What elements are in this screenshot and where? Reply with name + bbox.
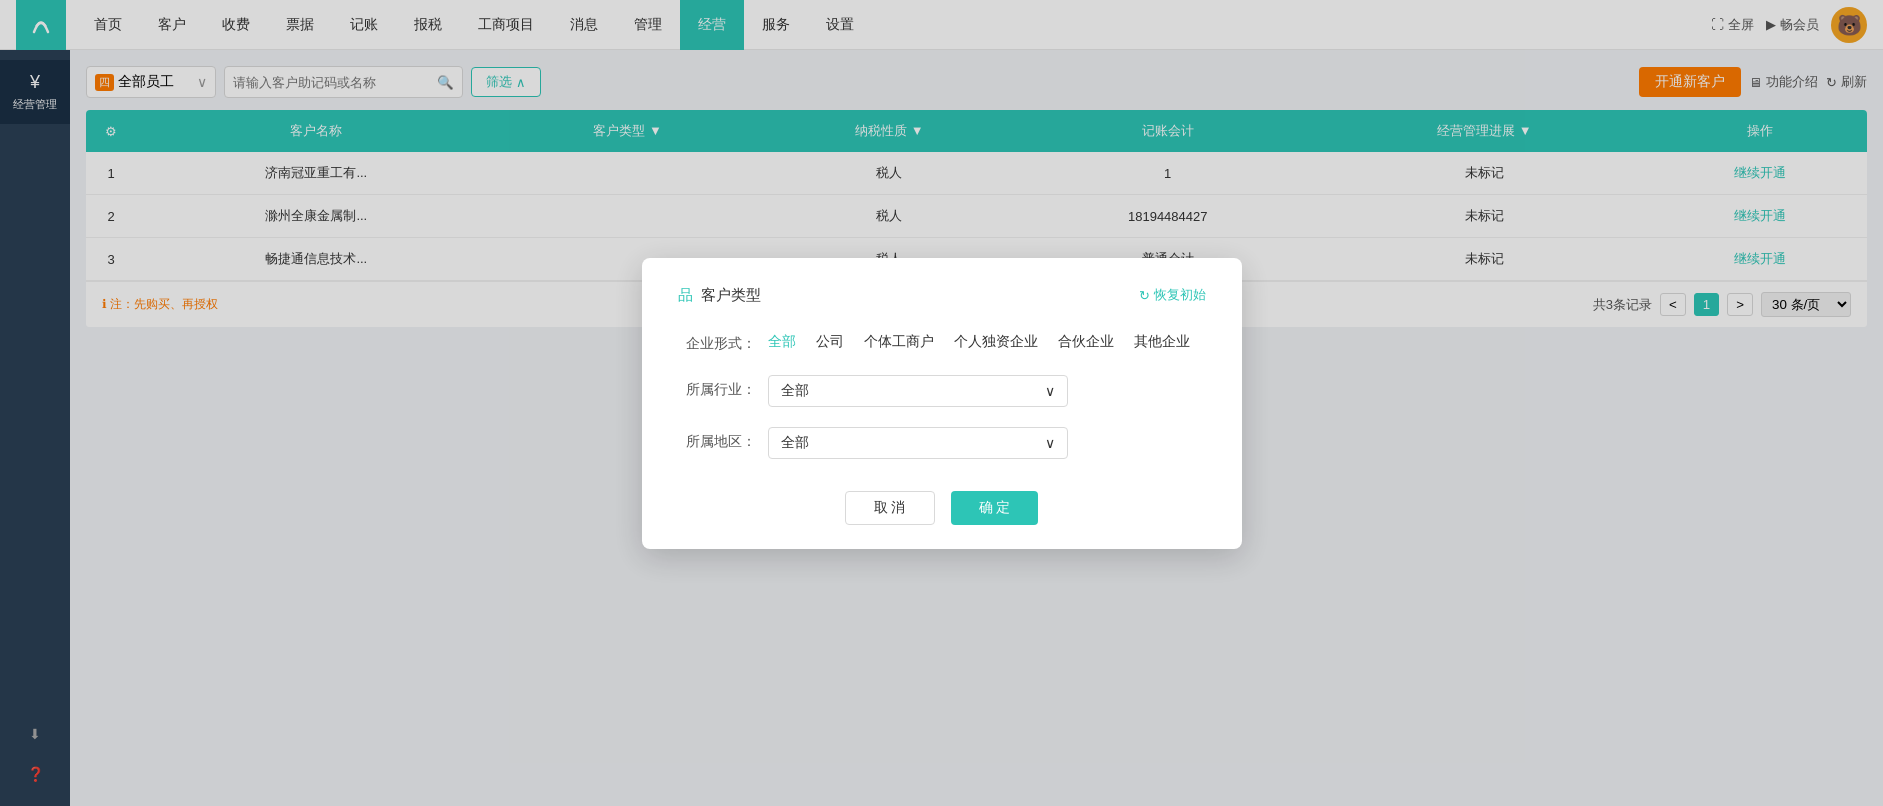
enterprise-types-field: 全部公司个体工商户个人独资企业合伙企业其他企业	[768, 329, 1206, 355]
cancel-button[interactable]: 取 消	[845, 491, 935, 525]
industry-form-row: 所属行业： 全部 ∨	[678, 375, 1206, 407]
industry-label: 所属行业：	[678, 375, 768, 399]
region-arrow-icon: ∨	[1045, 435, 1055, 451]
enterprise-type-其他企业[interactable]: 其他企业	[1134, 329, 1190, 355]
industry-select[interactable]: 全部 ∨	[768, 375, 1068, 407]
enterprise-type-个人独资企业[interactable]: 个人独资企业	[954, 329, 1038, 355]
enterprise-type-全部[interactable]: 全部	[768, 329, 796, 355]
reset-icon: ↻	[1139, 288, 1150, 303]
enterprise-types-group: 全部公司个体工商户个人独资企业合伙企业其他企业	[768, 329, 1206, 355]
enterprise-form-label: 企业形式：	[678, 329, 768, 353]
modal-footer: 取 消 确 定	[678, 491, 1206, 525]
enterprise-form-row: 企业形式： 全部公司个体工商户个人独资企业合伙企业其他企业	[678, 329, 1206, 355]
modal-body: 企业形式： 全部公司个体工商户个人独资企业合伙企业其他企业 所属行业： 全部 ∨	[678, 329, 1206, 459]
enterprise-type-个体工商户[interactable]: 个体工商户	[864, 329, 934, 355]
region-form-row: 所属地区： 全部 ∨	[678, 427, 1206, 459]
modal-overlay[interactable]: 品 客户类型 ↻ 恢复初始 企业形式： 全部公司个体工商户个人独资企业合伙企业其…	[0, 0, 1883, 806]
industry-field: 全部 ∨	[768, 375, 1206, 407]
enterprise-type-合伙企业[interactable]: 合伙企业	[1058, 329, 1114, 355]
modal-title-icon: 品	[678, 286, 693, 305]
reset-button[interactable]: ↻ 恢复初始	[1139, 286, 1206, 304]
enterprise-type-公司[interactable]: 公司	[816, 329, 844, 355]
industry-arrow-icon: ∨	[1045, 383, 1055, 399]
modal-title: 品 客户类型	[678, 286, 761, 305]
region-select[interactable]: 全部 ∨	[768, 427, 1068, 459]
filter-modal: 品 客户类型 ↻ 恢复初始 企业形式： 全部公司个体工商户个人独资企业合伙企业其…	[642, 258, 1242, 549]
region-field: 全部 ∨	[768, 427, 1206, 459]
modal-header: 品 客户类型 ↻ 恢复初始	[678, 286, 1206, 305]
region-label: 所属地区：	[678, 427, 768, 451]
confirm-button[interactable]: 确 定	[951, 491, 1039, 525]
